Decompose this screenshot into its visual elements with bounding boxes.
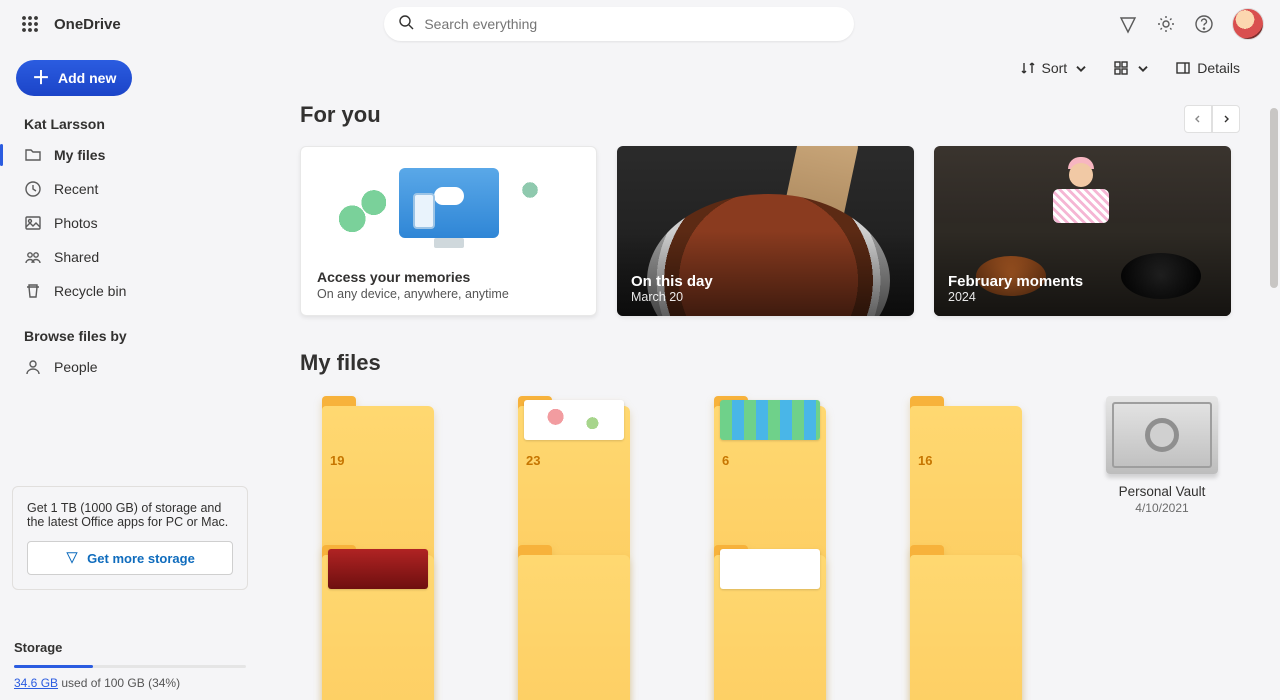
add-new-button[interactable]: ＋ Add new — [16, 60, 132, 96]
for-you-prev-button[interactable] — [1184, 105, 1212, 133]
nav-label: Recent — [54, 181, 98, 197]
card-title: Access your memories — [317, 269, 580, 285]
chevron-down-icon — [1073, 60, 1089, 76]
nav-label: Shared — [54, 249, 99, 265]
chevron-down-icon — [1135, 60, 1151, 76]
for-you-nav — [1184, 105, 1240, 133]
nav-recycle-bin[interactable]: Recycle bin — [0, 274, 260, 308]
brand-title: OneDrive — [54, 16, 121, 33]
add-new-label: Add new — [58, 70, 116, 86]
premium-icon — [65, 550, 79, 567]
storage-meter: Storage 34.6 GB used of 100 GB (34%) — [0, 640, 260, 700]
settings-icon[interactable] — [1156, 14, 1176, 34]
details-button[interactable]: Details — [1175, 60, 1240, 76]
card-title: On this day — [631, 273, 713, 290]
sidebar: ＋ Add new Kat Larsson My files Recent Ph… — [0, 48, 260, 700]
vault-icon — [1106, 396, 1218, 474]
scrollbar[interactable] — [1270, 108, 1278, 288]
top-actions — [1118, 8, 1268, 40]
storage-bar — [14, 665, 246, 668]
photos-icon — [24, 214, 42, 232]
nav-label: People — [54, 359, 98, 375]
view-switcher[interactable] — [1113, 60, 1151, 76]
for-you-card-february[interactable]: February moments 2024 — [934, 146, 1231, 316]
folder-partial[interactable] — [300, 545, 456, 623]
storage-rest: used of 100 GB (34%) — [58, 676, 180, 690]
folder-movies[interactable]: 16 Movies 4/23/2016 — [888, 396, 1044, 515]
nav-photos[interactable]: Photos — [0, 206, 260, 240]
details-label: Details — [1197, 60, 1240, 76]
folder-apps[interactable]: 19 Apps 5/6/2023 — [300, 396, 456, 515]
nav-label: Photos — [54, 215, 98, 231]
storage-promo: Get 1 TB (1000 GB) of storage and the la… — [12, 486, 248, 590]
nav-recent[interactable]: Recent — [0, 172, 260, 206]
folder-count: 16 — [918, 453, 932, 468]
folder-thumb — [720, 549, 820, 589]
my-files-heading: My files — [300, 350, 1240, 376]
nav-shared[interactable]: Shared — [0, 240, 260, 274]
promo-text: Get 1 TB (1000 GB) of storage and the la… — [27, 501, 233, 529]
main-content: Sort Details For you — [260, 48, 1280, 700]
folders-grid: 19 Apps 5/6/2023 23 Created 4 minutes ag… — [300, 396, 1240, 515]
sort-button[interactable]: Sort — [1020, 60, 1090, 76]
browse-files-by-label: Browse files by — [0, 308, 260, 350]
nav-my-files[interactable]: My files — [0, 138, 260, 172]
top-bar: OneDrive — [0, 0, 1280, 48]
folder-icon — [24, 146, 42, 164]
premium-icon[interactable] — [1118, 14, 1138, 34]
trash-icon — [24, 282, 42, 300]
content-toolbar: Sort Details — [260, 48, 1280, 76]
promo-cta-label: Get more storage — [87, 551, 195, 566]
search-icon — [398, 14, 414, 35]
storage-text: 34.6 GB used of 100 GB (34%) — [14, 676, 246, 690]
shared-icon — [24, 248, 42, 266]
search-box[interactable] — [384, 7, 854, 41]
help-icon[interactable] — [1194, 14, 1214, 34]
folder-partial[interactable] — [888, 545, 1044, 623]
sort-label: Sort — [1042, 60, 1068, 76]
card-subtitle: On any device, anywhere, anytime — [317, 287, 580, 301]
user-avatar[interactable] — [1232, 8, 1264, 40]
for-you-card-on-this-day[interactable]: On this day March 20 — [617, 146, 914, 316]
folder-partial[interactable] — [692, 545, 848, 623]
folder-thumb — [720, 400, 820, 440]
plus-icon: ＋ — [32, 69, 50, 87]
folder-game[interactable]: 6 Game 2/17/2015 — [692, 396, 848, 515]
folder-count: 6 — [722, 453, 729, 468]
folder-name: Personal Vault — [1119, 484, 1206, 499]
nav-people[interactable]: People — [0, 350, 260, 384]
person-icon — [24, 358, 42, 376]
for-you-card-memories[interactable]: Access your memories On any device, anyw… — [300, 146, 597, 316]
folder-thumb — [524, 400, 624, 440]
get-more-storage-button[interactable]: Get more storage — [27, 541, 233, 575]
card-subtitle: March 20 — [631, 290, 713, 304]
storage-used-link[interactable]: 34.6 GB — [14, 676, 58, 690]
card-subtitle: 2024 — [948, 290, 1083, 304]
folder-count: 19 — [330, 453, 344, 468]
folder-thumb — [328, 549, 428, 589]
storage-title: Storage — [14, 640, 246, 655]
folders-grid-row-2 — [300, 545, 1240, 623]
memories-illustration — [301, 147, 596, 259]
nav-label: My files — [54, 147, 105, 163]
folder-partial[interactable] — [496, 545, 652, 623]
folder-date: 4/10/2021 — [1135, 501, 1188, 515]
card-title: February moments — [948, 273, 1083, 290]
search-wrap — [121, 7, 1118, 41]
nav-label: Recycle bin — [54, 283, 126, 299]
search-input[interactable] — [424, 16, 840, 32]
folder-personal-vault[interactable]: Personal Vault 4/10/2021 — [1084, 396, 1240, 515]
folder-created[interactable]: 23 Created 4 minutes ago — [496, 396, 652, 515]
recent-icon — [24, 180, 42, 198]
for-you-heading: For you — [300, 102, 381, 128]
for-you-cards: Access your memories On any device, anyw… — [300, 146, 1240, 316]
user-name-label: Kat Larsson — [0, 96, 260, 138]
app-launcher-icon[interactable] — [12, 6, 48, 42]
for-you-next-button[interactable] — [1212, 105, 1240, 133]
folder-count: 23 — [526, 453, 540, 468]
